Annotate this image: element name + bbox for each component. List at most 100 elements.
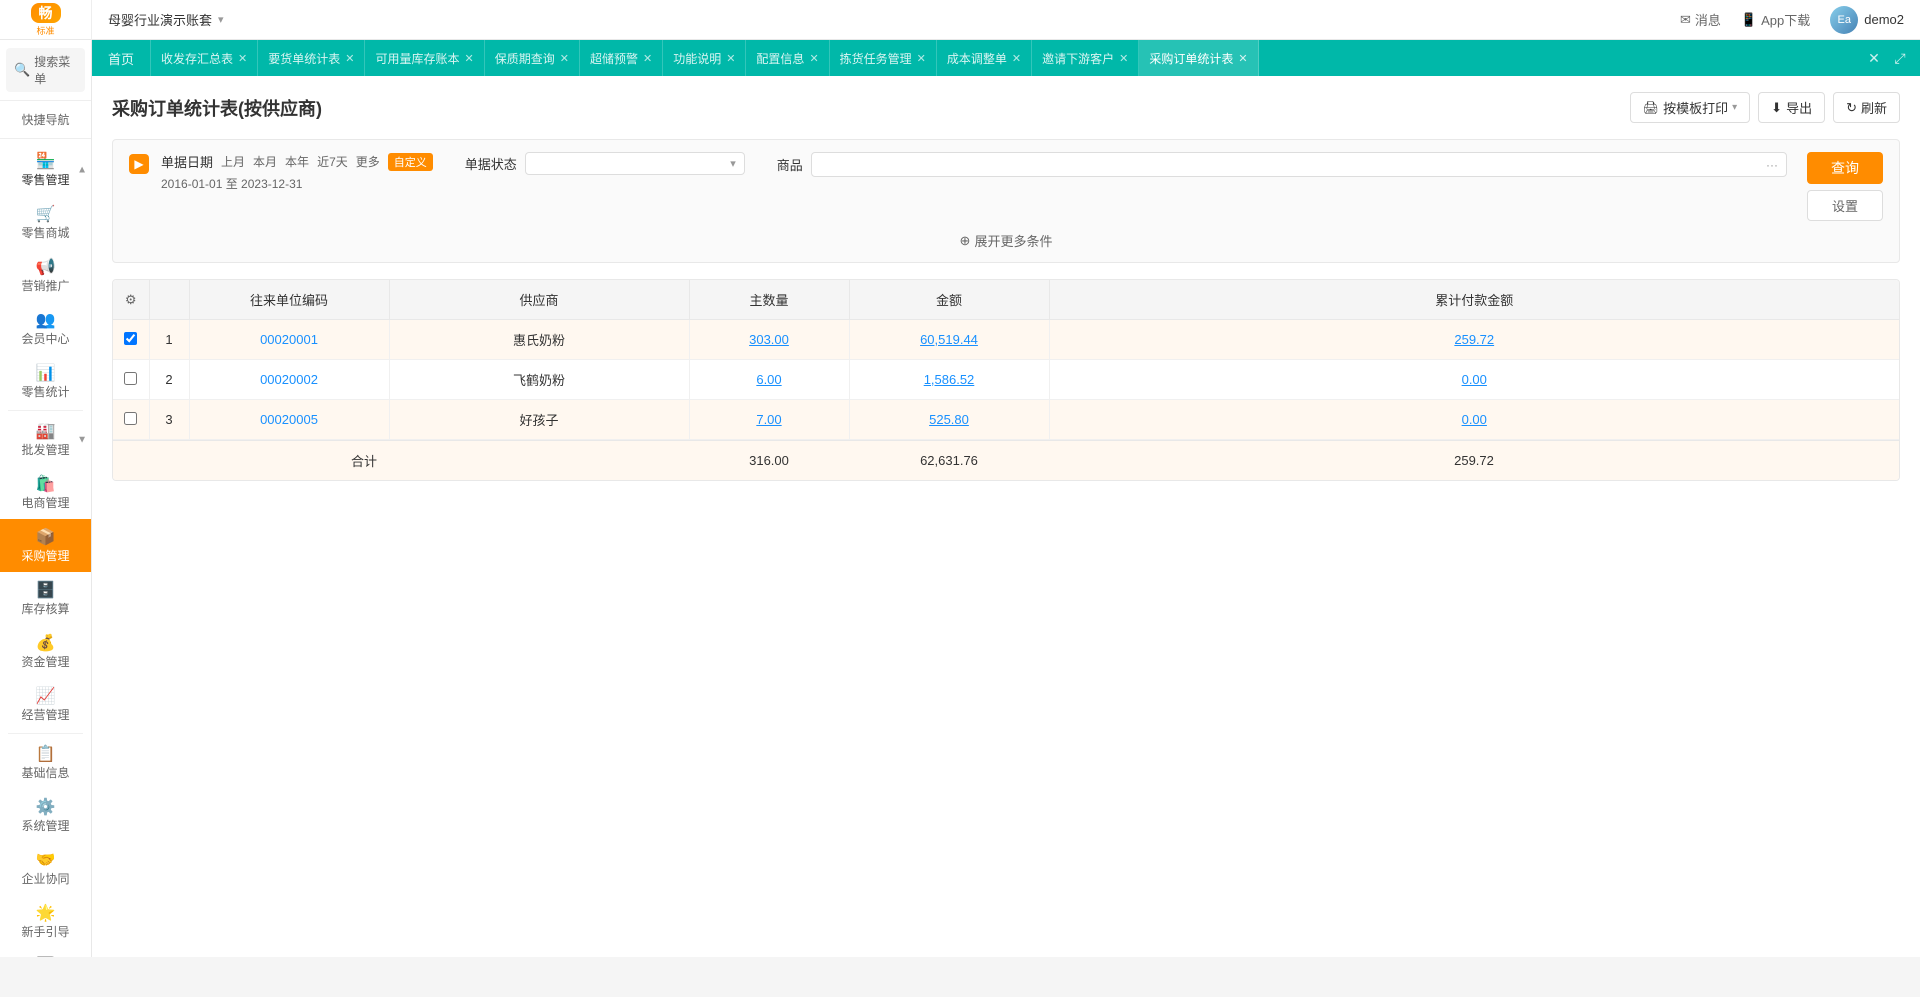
sidebar-item-retail-shop[interactable]: 🛒 零售商城 <box>0 196 91 249</box>
goods-input[interactable]: ··· <box>811 152 1787 177</box>
tab-features[interactable]: 功能说明 ✕ <box>663 40 746 76</box>
row3-main-qty[interactable]: 7.00 <box>689 400 849 440</box>
sidebar-item-operations[interactable]: 📈 经营管理 <box>0 678 91 731</box>
sidebar-item-marketing[interactable]: 📢 营销推广 <box>0 249 91 302</box>
tab-available-stock[interactable]: 可用量库存账本 ✕ <box>365 40 484 76</box>
row3-paid-amount[interactable]: 0.00 <box>1049 400 1899 440</box>
tab-expiry-close[interactable]: ✕ <box>560 52 569 65</box>
sidebar-item-operations-label: 经营管理 <box>4 706 87 723</box>
filter-toggle-button[interactable]: ▶ <box>129 154 149 174</box>
inventory-icon: 🗄️ <box>4 580 87 600</box>
sidebar-item-appstore[interactable]: 🔲 应用中心 <box>0 948 91 957</box>
date-shortcut-this-month[interactable]: 本月 <box>253 153 277 170</box>
shortcut-nav-button[interactable]: 快捷导航 <box>6 107 85 132</box>
refresh-button[interactable]: ↻ 刷新 <box>1833 92 1900 123</box>
goods-input-more[interactable]: ··· <box>1766 158 1778 172</box>
tab-available-stock-label: 可用量库存账本 <box>375 50 459 67</box>
date-shortcut-7days[interactable]: 近7天 <box>317 153 348 170</box>
template-print-button[interactable]: 🖨 按模板打印 ▾ <box>1630 92 1751 123</box>
tab-cost-adj[interactable]: 成本调整单 ✕ <box>937 40 1032 76</box>
sidebar-item-system[interactable]: ⚙️ 系统管理 <box>0 789 91 842</box>
date-shortcut-more[interactable]: 更多 <box>356 153 380 170</box>
user-name: demo2 <box>1864 12 1904 27</box>
tab-overstock[interactable]: 超储预警 ✕ <box>580 40 663 76</box>
row1-index: 1 <box>149 320 189 360</box>
sidebar-item-enterprise[interactable]: 🤝 企业协同 <box>0 842 91 895</box>
export-button[interactable]: ⬇ 导出 <box>1758 92 1825 123</box>
app-download-button[interactable]: 📱 App下载 <box>1741 10 1810 29</box>
sidebar-item-wholesale[interactable]: 🏭 批发管理 ▼ <box>0 413 91 466</box>
row1-main-qty[interactable]: 303.00 <box>689 320 849 360</box>
th-paid-amount: 累计付款金额 <box>1049 280 1899 320</box>
tab-stock-summary[interactable]: 收发存汇总表 ✕ <box>151 40 258 76</box>
tab-fullscreen-button[interactable]: ⤢ <box>1888 46 1912 70</box>
logo-area: 畅 标准 <box>0 0 92 40</box>
row2-check[interactable] <box>113 360 149 400</box>
tab-purchase-stat-close[interactable]: ✕ <box>1238 52 1247 65</box>
row3-supplier-code[interactable]: 00020005 <box>189 400 389 440</box>
refresh-icon: ↻ <box>1846 100 1857 116</box>
tab-purchase-stat[interactable]: 采购订单统计表 ✕ <box>1139 40 1258 76</box>
sidebar-item-retail-stat[interactable]: 📊 零售统计 <box>0 355 91 408</box>
sidebar-item-member[interactable]: 👥 会员中心 <box>0 302 91 355</box>
row1-amount[interactable]: 60,519.44 <box>849 320 1049 360</box>
th-settings[interactable]: ⚙ <box>113 280 149 320</box>
tab-invite-customer-close[interactable]: ✕ <box>1119 52 1128 65</box>
tab-config-close[interactable]: ✕ <box>809 52 818 65</box>
tab-order-stat-close[interactable]: ✕ <box>345 52 354 65</box>
enterprise-icon: 🤝 <box>4 850 87 870</box>
message-button[interactable]: ✉ 消息 <box>1680 10 1721 29</box>
tab-available-stock-close[interactable]: ✕ <box>465 52 474 65</box>
settings-button[interactable]: 设置 <box>1807 190 1883 221</box>
sidebar-item-retail-management-label: 零售管理 <box>21 171 69 188</box>
sidebar-item-newbie[interactable]: 🌟 新手引导 <box>0 895 91 948</box>
sidebar-item-purchase[interactable]: 📦 采购管理 <box>0 519 91 572</box>
date-shortcut-this-year[interactable]: 本年 <box>285 153 309 170</box>
tab-features-close[interactable]: ✕ <box>726 52 735 65</box>
row2-amount[interactable]: 1,586.52 <box>849 360 1049 400</box>
date-shortcut-last-month[interactable]: 上月 <box>221 153 245 170</box>
search-menu-button[interactable]: 🔍 搜索菜单 <box>6 48 85 92</box>
expand-button[interactable]: ⊕ 展开更多条件 <box>960 231 1053 250</box>
row3-check[interactable] <box>113 400 149 440</box>
retail-shop-icon: 🛒 <box>4 204 87 224</box>
tab-expiry[interactable]: 保质期查询 ✕ <box>485 40 580 76</box>
row1-checkbox[interactable] <box>124 332 137 345</box>
goods-input-field[interactable] <box>820 157 1766 172</box>
expand-label: 展开更多条件 <box>974 231 1052 250</box>
status-select[interactable]: ▾ <box>525 152 745 175</box>
tab-close-all-button[interactable]: ✕ <box>1862 46 1886 70</box>
tab-home[interactable]: 首页 <box>92 40 151 76</box>
basic-icon: 📋 <box>4 744 87 764</box>
workspace-selector[interactable]: 母婴行业演示账套 ▾ <box>92 10 240 29</box>
user-profile[interactable]: Ea demo2 <box>1830 6 1904 34</box>
footer-label: 合计 <box>189 451 389 470</box>
sidebar-item-inventory[interactable]: 🗄️ 库存核算 <box>0 572 91 625</box>
row3-amount[interactable]: 525.80 <box>849 400 1049 440</box>
tab-order-stat[interactable]: 要货单统计表 ✕ <box>258 40 365 76</box>
date-custom-badge[interactable]: 自定义 <box>388 153 433 171</box>
row2-checkbox[interactable] <box>124 372 137 385</box>
sidebar-item-retail-management[interactable]: 🏪 零售管理 ▲ <box>0 143 91 196</box>
filter-area: ▶ 单据日期 上月 本月 本年 近7天 更多 自定义 2016-01-01 至 … <box>112 139 1900 263</box>
row1-check[interactable] <box>113 320 149 360</box>
row3-supplier-name: 好孩子 <box>389 400 689 440</box>
row3-checkbox[interactable] <box>124 412 137 425</box>
row1-paid-amount[interactable]: 259.72 <box>1049 320 1899 360</box>
tab-invite-customer[interactable]: 邀请下游客户 ✕ <box>1032 40 1139 76</box>
tab-pick-task[interactable]: 拣货任务管理 ✕ <box>830 40 937 76</box>
row1-supplier-code[interactable]: 00020001 <box>189 320 389 360</box>
sidebar-item-basic[interactable]: 📋 基础信息 <box>0 736 91 789</box>
tab-overstock-close[interactable]: ✕ <box>643 52 652 65</box>
tab-stock-summary-close[interactable]: ✕ <box>238 52 247 65</box>
tab-pick-task-close[interactable]: ✕ <box>917 52 926 65</box>
row2-paid-amount[interactable]: 0.00 <box>1049 360 1899 400</box>
filter-row-1: ▶ 单据日期 上月 本月 本年 近7天 更多 自定义 2016-01-01 至 … <box>129 152 1883 221</box>
row2-supplier-code[interactable]: 00020002 <box>189 360 389 400</box>
tab-cost-adj-close[interactable]: ✕ <box>1012 52 1021 65</box>
sidebar-item-finance[interactable]: 💰 资金管理 <box>0 625 91 678</box>
row2-main-qty[interactable]: 6.00 <box>689 360 849 400</box>
query-button[interactable]: 查询 <box>1807 152 1883 184</box>
sidebar-item-ecommerce[interactable]: 🛍️ 电商管理 <box>0 466 91 519</box>
tab-config[interactable]: 配置信息 ✕ <box>746 40 829 76</box>
